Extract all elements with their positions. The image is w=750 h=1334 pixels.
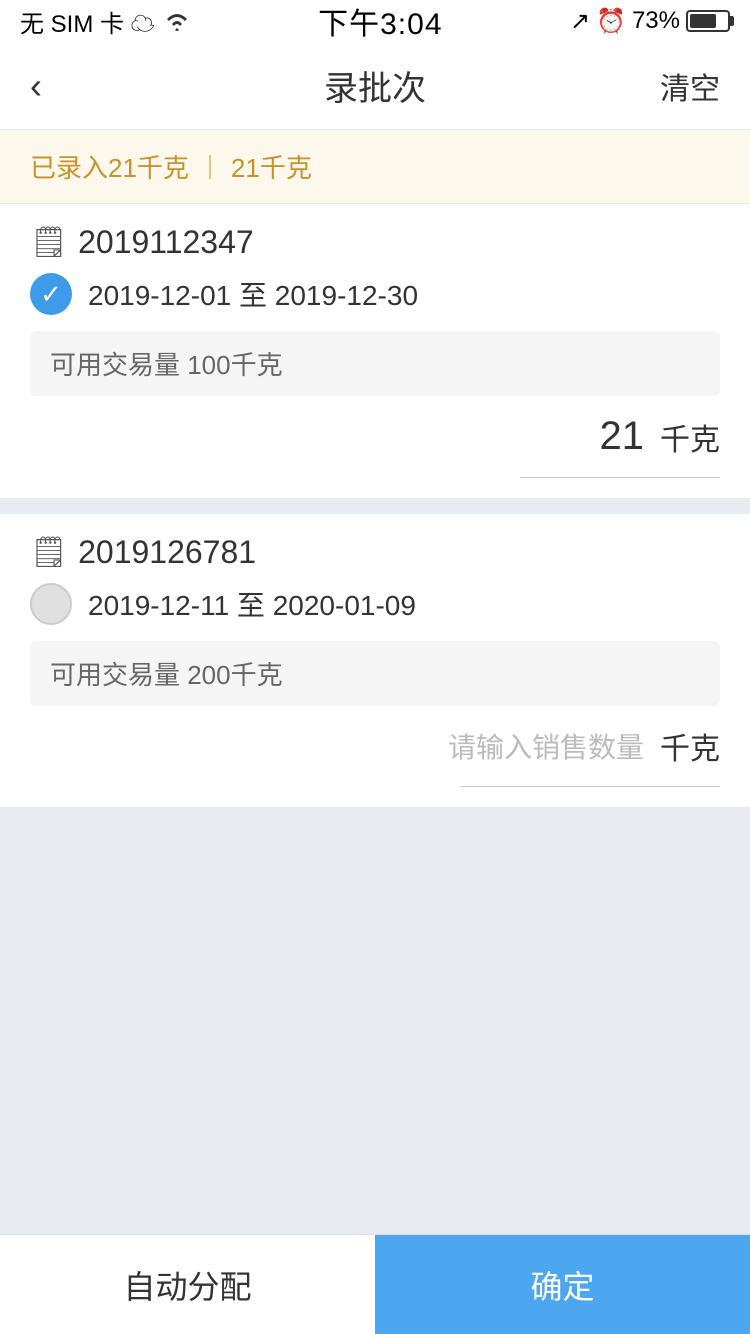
batch1-id: 2019112347: [78, 224, 254, 261]
batch2-available: 可用交易量 200千克: [30, 641, 720, 706]
location-icon: ↗: [570, 7, 590, 36]
time-display: 下午3:04: [318, 0, 442, 43]
alarm-icon: ⏰: [596, 7, 626, 36]
wifi-icon: [163, 10, 191, 32]
sim-status: 无 SIM 卡 ☁: [20, 4, 155, 39]
batch1-unit: 千克: [660, 415, 720, 459]
batch1-quantity-row: 21 千克: [0, 396, 750, 477]
confirm-button[interactable]: 确定: [375, 1235, 750, 1334]
batch2-input-row: 请输入销售数量 千克: [0, 706, 750, 786]
batch2-icon: 🗒: [30, 535, 68, 570]
batch1-available: 可用交易量 100千克: [30, 331, 720, 396]
gray-area: [0, 807, 750, 1257]
battery-percent: 73%: [632, 7, 680, 35]
battery-icon: [686, 10, 730, 32]
batch2-id: 2019126781: [78, 534, 256, 571]
checkmark-icon: ✓: [40, 279, 62, 310]
banner-divider: [209, 155, 211, 179]
batch1-radio[interactable]: ✓: [30, 273, 72, 315]
page-title: 录批次: [324, 61, 426, 110]
batch2-radio[interactable]: [30, 583, 72, 625]
status-bar-left: 无 SIM 卡 ☁: [20, 4, 191, 39]
batch2-input-placeholder[interactable]: 请输入销售数量: [448, 726, 644, 766]
recorded-label: 已录入21千克: [30, 148, 189, 185]
batch2-unit: 千克: [660, 724, 720, 768]
batch-item-1: 🗒 2019112347 ✓ 2019-12-01 至 2019-12-30 可…: [0, 204, 750, 498]
nav-bar: ‹ 录批次 清空: [0, 42, 750, 130]
status-bar-right: ↗ ⏰ 73%: [570, 7, 730, 36]
bottom-bar: 自动分配 确定: [0, 1234, 750, 1334]
batch1-dates: 2019-12-01 至 2019-12-30: [88, 274, 418, 314]
status-bar: 无 SIM 卡 ☁ 下午3:04 ↗ ⏰ 73%: [0, 0, 750, 42]
batch2-dates: 2019-12-11 至 2020-01-09: [88, 584, 416, 624]
total-label: 21千克: [231, 148, 312, 185]
section-divider: [0, 498, 750, 514]
batch-item-2: 🗒 2019126781 2019-12-11 至 2020-01-09 可用交…: [0, 514, 750, 807]
back-button[interactable]: ‹: [30, 65, 90, 107]
batch1-quantity: 21: [600, 414, 645, 459]
info-banner: 已录入21千克 21千克: [0, 130, 750, 204]
batch1-icon: 🗒: [30, 225, 68, 260]
auto-distribute-button[interactable]: 自动分配: [0, 1235, 375, 1334]
clear-button[interactable]: 清空: [660, 64, 720, 108]
